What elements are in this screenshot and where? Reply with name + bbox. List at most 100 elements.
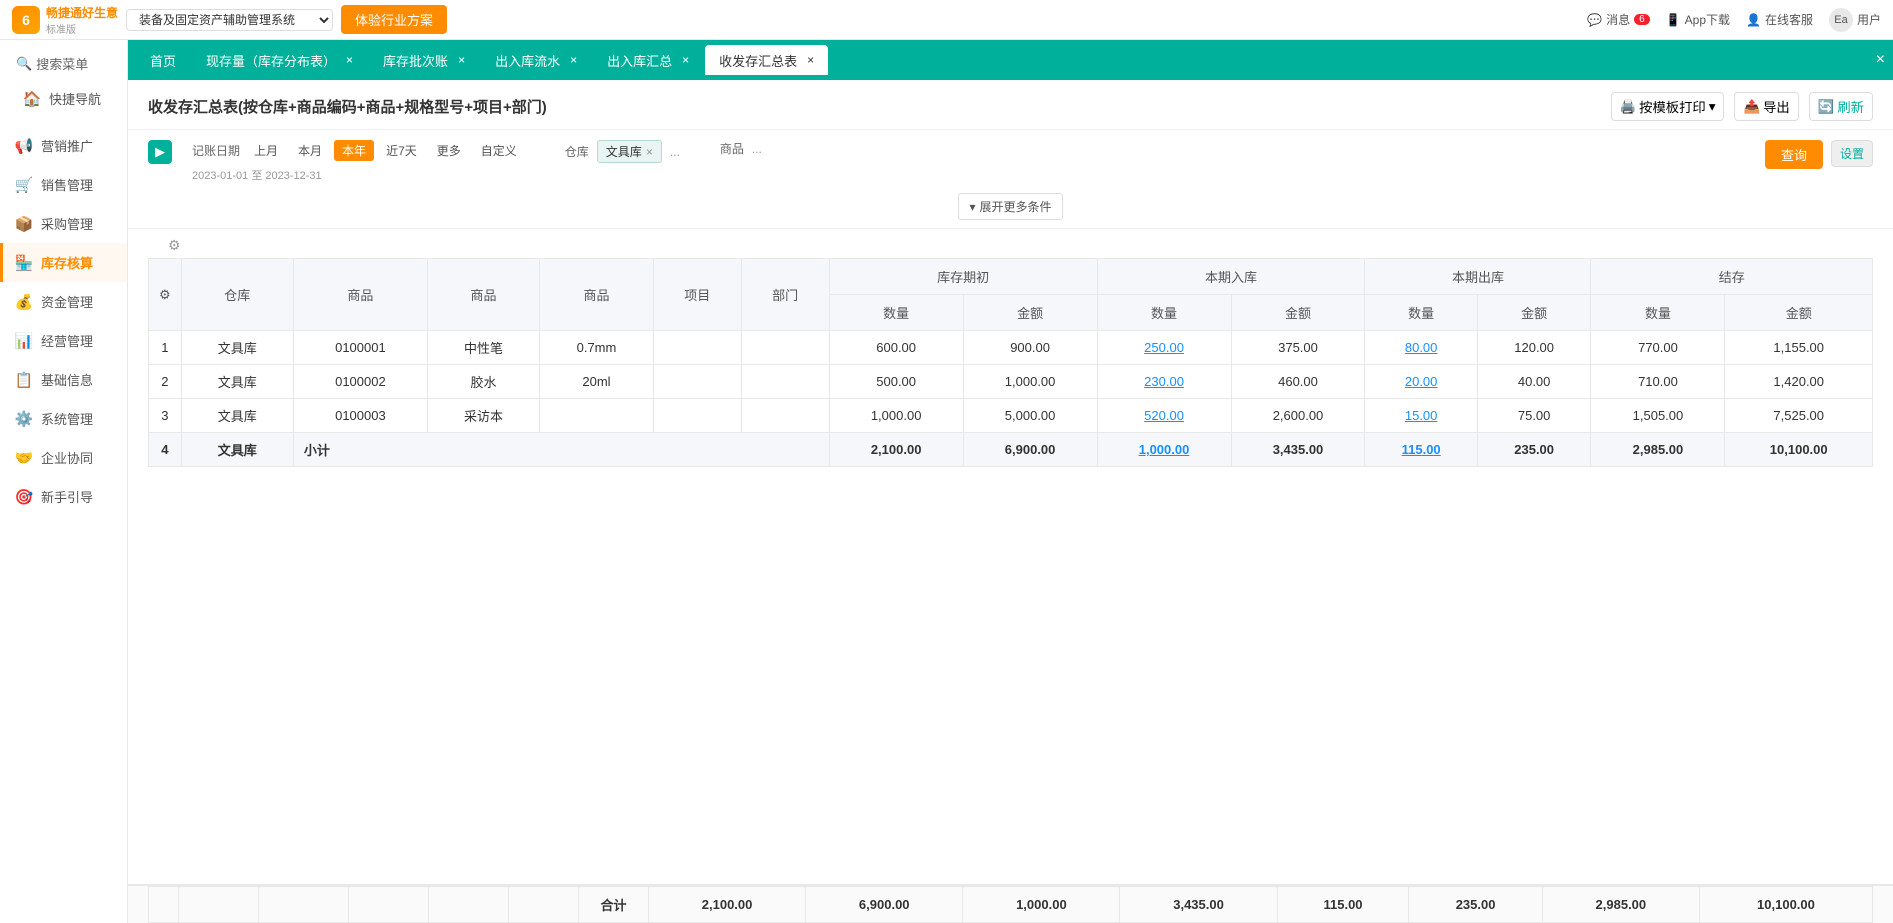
th-settings: ⚙ xyxy=(149,259,182,331)
sidebar-search[interactable]: 🔍 搜索菜单 xyxy=(8,48,119,79)
subtotal-out-amt: 235.00 xyxy=(1477,433,1591,467)
filter-section: ▶ 记账日期 上月 本月 本年 近7天 更多 xyxy=(128,130,1893,229)
row-spec: 0.7mm xyxy=(540,331,654,365)
total-out-amt: 235.00 xyxy=(1409,887,1542,923)
goods-dots[interactable]: ... xyxy=(752,142,762,156)
sidebar-item-enterprise[interactable]: 🤝 企业协同 xyxy=(0,438,127,477)
page-content: 收发存汇总表(按仓库+商品编码+商品+规格型号+项目+部门) 🖨️ 按模板打印 … xyxy=(128,80,1893,884)
row-in-qty[interactable]: 520.00 xyxy=(1097,399,1231,433)
tab-close-inventory-dist[interactable]: × xyxy=(346,53,353,67)
message-badge: 6 xyxy=(1634,14,1650,25)
row-bal-amt: 1,155.00 xyxy=(1725,331,1873,365)
user-avatar: Ea xyxy=(1829,8,1853,32)
content-area: 首页 现存量（库存分布表） × 库存批次账 × 出入库流水 × 出入库汇总 × xyxy=(128,40,1893,923)
subtotal-init-amt: 6,900.00 xyxy=(963,433,1097,467)
tab-close-recv-send-summary[interactable]: × xyxy=(807,53,814,67)
enterprise-icon: 🤝 xyxy=(15,449,33,467)
row-out-qty[interactable]: 80.00 xyxy=(1365,331,1477,365)
date-btn-last-month[interactable]: 上月 xyxy=(246,140,286,161)
row-in-qty[interactable]: 250.00 xyxy=(1097,331,1231,365)
warehouse-dots[interactable]: ... xyxy=(670,145,680,159)
sidebar-item-sales[interactable]: 🛒 销售管理 xyxy=(0,165,127,204)
sidebar-item-basic-info[interactable]: 📋 基础信息 xyxy=(0,360,127,399)
subtotal-out-qty[interactable]: 115.00 xyxy=(1365,433,1477,467)
sidebar-item-quick-nav[interactable]: 🏠 快捷导航 xyxy=(8,79,119,118)
sidebar-item-inventory[interactable]: 🏪 库存核算 xyxy=(0,243,127,282)
tab-inout-flow[interactable]: 出入库流水 × xyxy=(481,45,591,75)
row-init-amt: 5,000.00 xyxy=(963,399,1097,433)
tab-inout-summary[interactable]: 出入库汇总 × xyxy=(593,45,703,75)
tab-close-inout-summary[interactable]: × xyxy=(682,53,689,67)
sidebar-item-marketing[interactable]: 📢 营销推广 xyxy=(0,126,127,165)
print-button[interactable]: 🖨️ 按模板打印 ▾ xyxy=(1611,92,1725,121)
date-btn-7days[interactable]: 近7天 xyxy=(378,140,425,161)
sidebar-item-finance[interactable]: 💰 资金管理 xyxy=(0,282,127,321)
tab-batch-ledger[interactable]: 库存批次账 × xyxy=(369,45,479,75)
date-btn-this-year[interactable]: 本年 xyxy=(334,140,374,161)
expand-conditions-btn[interactable]: ▾ 展开更多条件 xyxy=(958,193,1062,220)
trial-button[interactable]: 体验行业方案 xyxy=(341,5,447,34)
top-bar-left: 6 畅捷通好生意 标准版 装备及固定资产辅助管理系统 体验行业方案 xyxy=(12,4,447,36)
row-project xyxy=(653,331,741,365)
th-code: 商品 xyxy=(293,259,427,331)
export-button[interactable]: 📤 导出 xyxy=(1734,92,1798,121)
th-group-out: 本期出库 xyxy=(1365,259,1591,295)
th-dept: 部门 xyxy=(741,259,829,331)
row-bal-amt: 1,420.00 xyxy=(1725,365,1873,399)
logo-icon: 6 xyxy=(12,6,40,34)
sidebar-item-system[interactable]: ⚙️ 系统管理 xyxy=(0,399,127,438)
warehouse-filter: 仓库 文具库 × ... xyxy=(565,140,680,163)
row-project xyxy=(653,399,741,433)
warehouse-tag-close[interactable]: × xyxy=(646,145,653,159)
table-settings-icon[interactable]: ⚙ xyxy=(168,237,181,254)
row-dept xyxy=(741,399,829,433)
row-init-qty: 500.00 xyxy=(829,365,963,399)
refresh-icon: 🔄 xyxy=(1818,99,1835,115)
tab-close-batch-ledger[interactable]: × xyxy=(458,53,465,67)
tab-inventory-dist[interactable]: 现存量（库存分布表） × xyxy=(192,45,367,75)
sidebar-item-newbie[interactable]: 🎯 新手引导 xyxy=(0,477,127,516)
online-service-item[interactable]: 👤 在线客服 xyxy=(1746,11,1813,28)
row-out-amt: 40.00 xyxy=(1477,365,1591,399)
subtotal-warehouse: 文具库 xyxy=(181,433,293,467)
tab-home[interactable]: 首页 xyxy=(136,45,190,75)
refresh-button[interactable]: 🔄 刷新 xyxy=(1809,92,1873,121)
filter-collapse-btn[interactable]: ▶ xyxy=(148,140,172,164)
row-out-qty[interactable]: 20.00 xyxy=(1365,365,1477,399)
row-out-qty[interactable]: 15.00 xyxy=(1365,399,1477,433)
row-warehouse: 文具库 xyxy=(181,331,293,365)
row-code: 0100001 xyxy=(293,331,427,365)
row-bal-qty: 710.00 xyxy=(1591,365,1725,399)
download-icon: 📱 xyxy=(1666,13,1681,27)
subtotal-bal-qty: 2,985.00 xyxy=(1591,433,1725,467)
query-button[interactable]: 查询 xyxy=(1765,140,1823,169)
tab-recv-send-summary[interactable]: 收发存汇总表 × xyxy=(705,45,828,75)
logo-box: 6 畅捷通好生意 标准版 xyxy=(12,4,118,36)
row-init-amt: 900.00 xyxy=(963,331,1097,365)
setting-button[interactable]: 设置 xyxy=(1831,140,1873,167)
tab-close-inout-flow[interactable]: × xyxy=(570,53,577,67)
subtotal-row: 4 文具库 小计 2,100.00 6,900.00 1,000.00 3,43… xyxy=(149,433,1873,467)
row-in-qty[interactable]: 230.00 xyxy=(1097,365,1231,399)
total-init-amt: 6,900.00 xyxy=(806,887,963,923)
user-item[interactable]: Ea 用户 xyxy=(1829,8,1881,32)
sidebar-item-purchase[interactable]: 📦 采购管理 xyxy=(0,204,127,243)
system-select[interactable]: 装备及固定资产辅助管理系统 xyxy=(126,9,333,31)
subtotal-in-qty[interactable]: 1,000.00 xyxy=(1097,433,1231,467)
total-row: 合计 2,100.00 6,900.00 1,000.00 3,435.00 1… xyxy=(149,887,1873,923)
date-btn-more[interactable]: 更多 xyxy=(429,140,469,161)
basic-info-icon: 📋 xyxy=(15,371,33,389)
sidebar-top: 🔍 搜索菜单 🏠 快捷导航 xyxy=(0,40,127,126)
tab-bar-close-all[interactable]: × xyxy=(1876,51,1885,69)
warehouse-tag: 文具库 × xyxy=(597,140,662,163)
app-download-item[interactable]: 📱 App下载 xyxy=(1666,11,1730,28)
th-group-init: 库存期初 xyxy=(829,259,1097,295)
date-btn-custom[interactable]: 自定义 xyxy=(473,140,525,161)
goods-filter: 商品 ... xyxy=(720,140,762,157)
th-spec: 商品 xyxy=(540,259,654,331)
row-index: 3 xyxy=(149,399,182,433)
page-header-actions: 🖨️ 按模板打印 ▾ 📤 导出 🔄 刷新 xyxy=(1611,92,1873,121)
date-btn-this-month[interactable]: 本月 xyxy=(290,140,330,161)
sidebar-item-operations[interactable]: 📊 经营管理 xyxy=(0,321,127,360)
message-item[interactable]: 💬 消息 6 xyxy=(1587,11,1650,28)
